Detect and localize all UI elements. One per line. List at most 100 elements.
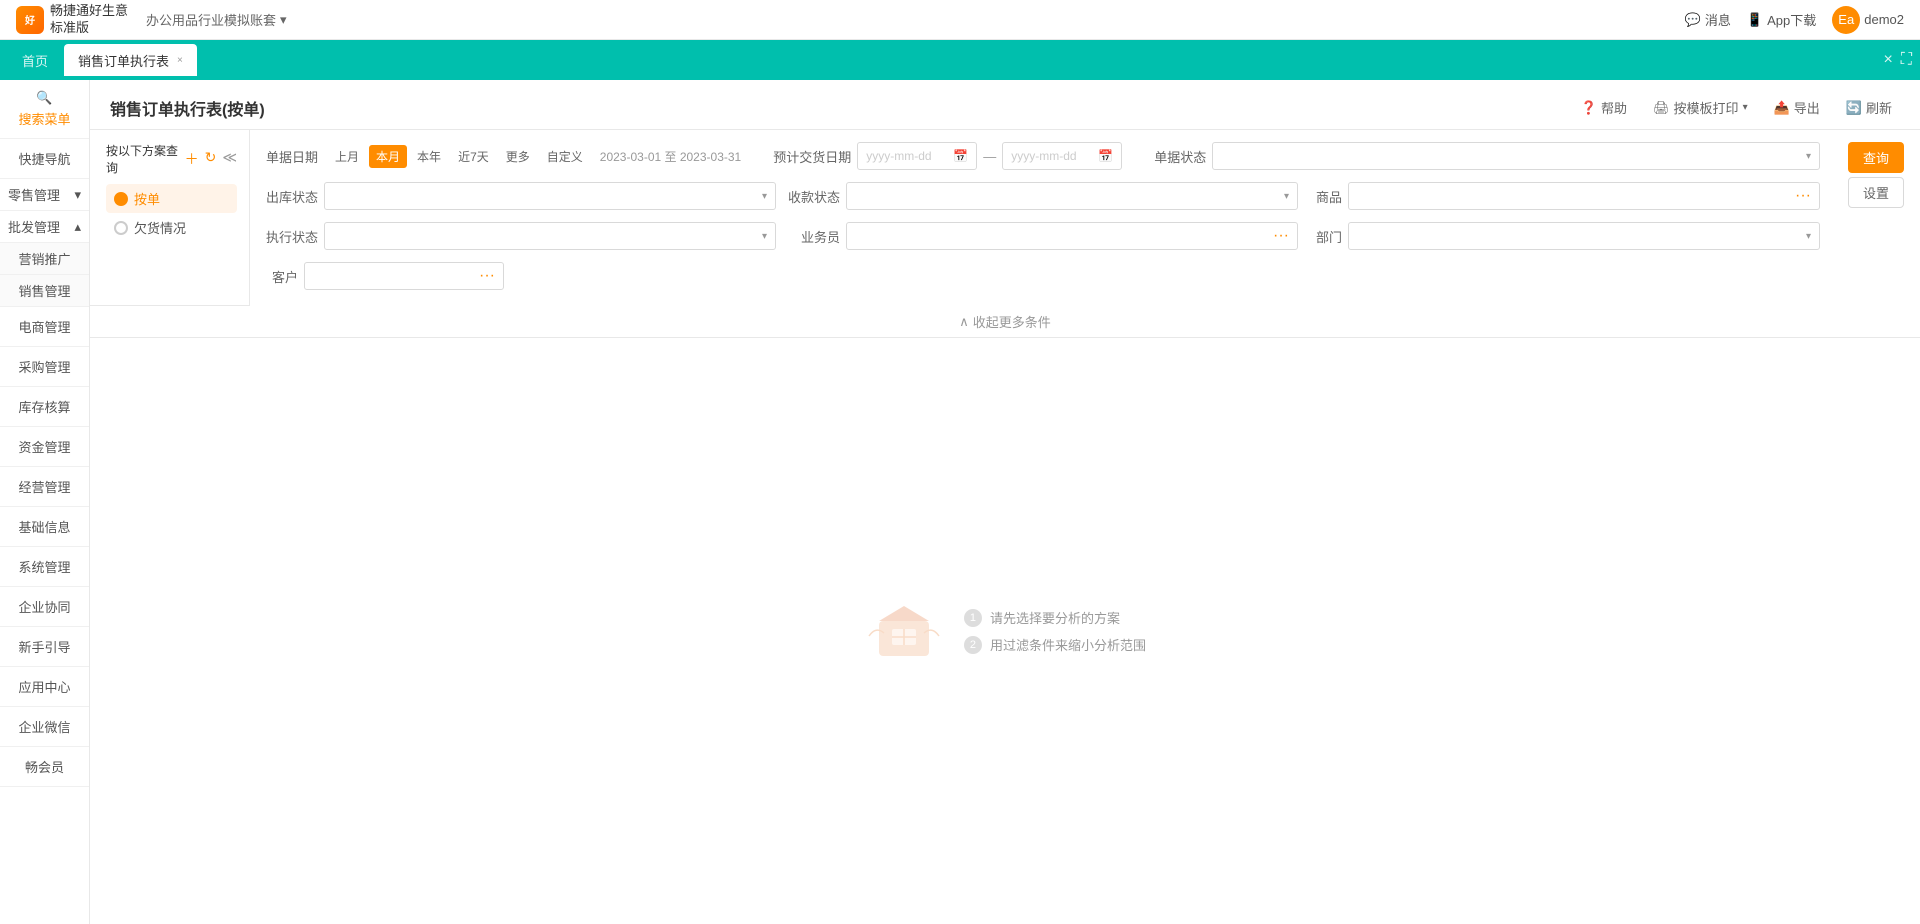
export-icon: 📤: [1774, 100, 1790, 116]
export-button[interactable]: 📤 导出: [1766, 94, 1828, 121]
message-icon: 💬: [1685, 12, 1701, 28]
logo-line1: 畅捷通好生意: [50, 3, 128, 20]
period-this-month[interactable]: 本月: [369, 145, 407, 168]
expected-date-label: 预计交货日期: [773, 147, 851, 166]
sidebar-item-ecommerce[interactable]: 电商管理: [0, 307, 89, 347]
expected-date-start[interactable]: yyyy-mm-dd 📅: [857, 142, 977, 170]
tab-expand-icon[interactable]: ⛶: [1901, 51, 1912, 69]
app-download-button[interactable]: 📱 App下载: [1747, 10, 1816, 29]
sidebar-purchase-label: 采购管理: [18, 357, 70, 376]
logo-area: 好 畅捷通好生意 标准版: [16, 3, 128, 37]
sidebar-item-basic-info[interactable]: 基础信息: [0, 507, 89, 547]
sidebar-item-marketing[interactable]: 营销推广: [0, 243, 89, 275]
sidebar-item-retail[interactable]: 零售管理 ▾: [0, 179, 89, 211]
sidebar-search[interactable]: 🔍 搜索菜单: [0, 80, 89, 139]
print-button[interactable]: 🖨 按模板打印 ▾: [1645, 94, 1756, 121]
sidebar-item-wechat[interactable]: 企业微信: [0, 707, 89, 747]
filter-option-by-order[interactable]: 按单: [106, 184, 237, 213]
user-profile[interactable]: Ea demo2: [1832, 6, 1904, 34]
stock-status-select[interactable]: ▾: [324, 182, 776, 210]
customer-select[interactable]: ···: [304, 262, 504, 290]
tip-num-1: 1: [964, 609, 982, 627]
sidebar-system-label: 系统管理: [18, 557, 70, 576]
messages-button[interactable]: 💬 消息: [1685, 10, 1731, 29]
status-select[interactable]: ▾: [1212, 142, 1820, 170]
option-dot-empty: [114, 221, 128, 235]
filter-field-salesperson: 业务员 ···: [788, 222, 1298, 250]
sidebar-member-label: 畅会员: [25, 757, 64, 776]
sidebar-quick-nav-label: 快捷导航: [18, 149, 70, 168]
tabbar: 首页 销售订单执行表 × × ⛶: [0, 40, 1920, 80]
exec-status-select[interactable]: ▾: [324, 222, 776, 250]
app-name-dropdown[interactable]: 办公用品行业模拟账套 ▾: [138, 10, 295, 29]
avatar-text: Ea: [1838, 12, 1854, 27]
filter-field-date: 单据日期 上月 本月 本年 近7天 更多 自定义 2023-03-01 至 20…: [266, 145, 741, 168]
collapse-bar[interactable]: ∧ 收起更多条件: [90, 306, 1920, 338]
tip-2-text: 用过滤条件来缩小分析范围: [990, 635, 1146, 654]
dept-label: 部门: [1310, 227, 1342, 246]
refresh-plan-icon[interactable]: ↻: [205, 149, 217, 169]
period-last-month[interactable]: 上月: [328, 145, 366, 168]
collapse-label: 收起更多条件: [973, 312, 1051, 331]
date-end-placeholder: yyyy-mm-dd: [1011, 149, 1076, 163]
sidebar-item-purchase[interactable]: 采购管理: [0, 347, 89, 387]
tab-home[interactable]: 首页: [8, 44, 62, 76]
query-button[interactable]: 查询: [1848, 142, 1904, 173]
status-label: 单据状态: [1154, 147, 1206, 166]
sidebar-item-system[interactable]: 系统管理: [0, 547, 89, 587]
calendar-start-icon[interactable]: 📅: [953, 149, 968, 163]
filter-option-shortage[interactable]: 欠货情况: [106, 213, 237, 242]
dept-select[interactable]: ▾: [1348, 222, 1820, 250]
empty-state: 1 请先选择要分析的方案 2 用过滤条件来缩小分析范围: [90, 338, 1920, 924]
period-more[interactable]: 更多: [499, 145, 537, 168]
tab-close-icon[interactable]: ×: [177, 55, 183, 66]
salesperson-select[interactable]: ···: [846, 222, 1298, 250]
add-plan-icon[interactable]: ＋: [185, 149, 199, 169]
goods-select[interactable]: ···: [1348, 182, 1820, 210]
sidebar-item-operations[interactable]: 经营管理: [0, 467, 89, 507]
empty-illustration: [864, 591, 944, 671]
sidebar-item-newbie[interactable]: 新手引导: [0, 627, 89, 667]
goods-more-icon[interactable]: ···: [1795, 187, 1811, 205]
sidebar-marketing-label: 营销推广: [18, 252, 70, 267]
salesperson-more-icon[interactable]: ···: [1273, 227, 1289, 245]
sidebar-item-finance[interactable]: 资金管理: [0, 427, 89, 467]
settings-button[interactable]: 设置: [1848, 177, 1904, 208]
topbar-left: 好 畅捷通好生意 标准版 办公用品行业模拟账套 ▾: [16, 3, 295, 37]
page-header: 销售订单执行表(按单) ❓ 帮助 🖨 按模板打印 ▾ 📤 导出 🔄 刷新: [90, 80, 1920, 130]
filter-option2-label: 欠货情况: [134, 218, 186, 237]
filter-form: 单据日期 上月 本月 本年 近7天 更多 自定义 2023-03-01 至 20…: [250, 130, 1920, 306]
help-button[interactable]: ❓ 帮助: [1573, 94, 1635, 121]
salesperson-label: 业务员: [788, 227, 840, 246]
sidebar-item-wholesale[interactable]: 批发管理 ▴: [0, 211, 89, 243]
search-icon: 🔍: [36, 90, 52, 106]
date-separator: —: [983, 149, 996, 164]
sidebar-enterprise-label: 企业协同: [18, 597, 70, 616]
filter-body: 按以下方案查询 ＋ ↻ ≪ 按单 欠货情况: [90, 130, 1920, 306]
period-last-7days[interactable]: 近7天: [451, 145, 496, 168]
calendar-end-icon[interactable]: 📅: [1098, 149, 1113, 163]
refresh-button[interactable]: 🔄 刷新: [1838, 94, 1900, 121]
period-custom[interactable]: 自定义: [540, 145, 590, 168]
tab-sales-execution[interactable]: 销售订单执行表 ×: [64, 44, 197, 76]
export-label: 导出: [1794, 98, 1820, 117]
messages-label: 消息: [1705, 10, 1731, 29]
customer-more-icon[interactable]: ···: [479, 267, 495, 285]
sidebar-item-sales-mgmt[interactable]: 销售管理: [0, 275, 89, 307]
sidebar-item-app-center[interactable]: 应用中心: [0, 667, 89, 707]
sidebar-item-quick-nav[interactable]: 快捷导航: [0, 139, 89, 179]
tab-close-window-icon[interactable]: ×: [1883, 51, 1892, 69]
filter-row-4: 客户 ···: [266, 262, 1820, 290]
collapse-plan-icon[interactable]: ≪: [222, 149, 237, 169]
sidebar-item-member[interactable]: 畅会员: [0, 747, 89, 787]
period-this-year[interactable]: 本年: [410, 145, 448, 168]
user-name: demo2: [1864, 12, 1904, 27]
topbar-right: 💬 消息 📱 App下载 Ea demo2: [1685, 6, 1904, 34]
date-range-display: 2023-03-01 至 2023-03-31: [600, 148, 741, 165]
sidebar-item-enterprise[interactable]: 企业协同: [0, 587, 89, 627]
mobile-icon: 📱: [1747, 12, 1763, 28]
sidebar-item-inventory[interactable]: 库存核算: [0, 387, 89, 427]
empty-tip-1: 1 请先选择要分析的方案: [964, 608, 1146, 627]
expected-date-end[interactable]: yyyy-mm-dd 📅: [1002, 142, 1122, 170]
receipt-status-select[interactable]: ▾: [846, 182, 1298, 210]
